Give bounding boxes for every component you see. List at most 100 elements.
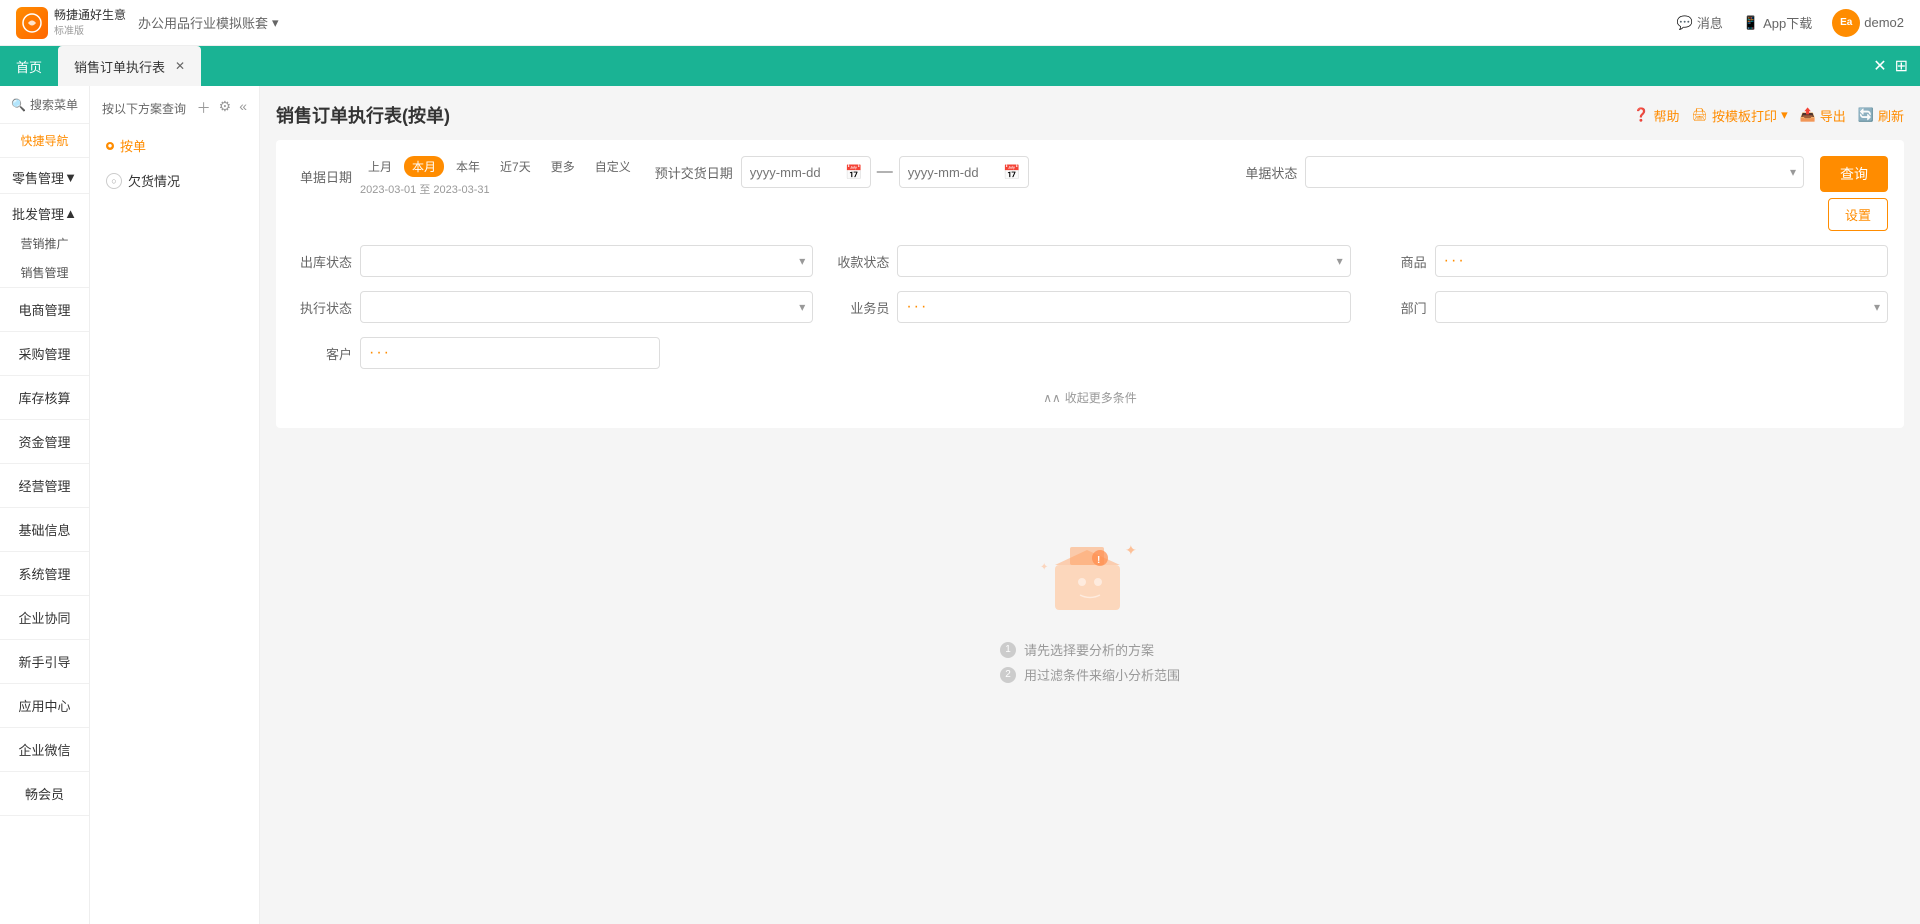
- collapse-filter-btn[interactable]: ∧∧ 收起更多条件: [292, 383, 1888, 412]
- logo-svg: [22, 13, 42, 33]
- scheme-item-by-order[interactable]: ● 按单: [90, 128, 259, 163]
- logo-area: 畅捷通好生意 标准版: [16, 7, 126, 39]
- product-field[interactable]: ···: [1435, 245, 1888, 277]
- date-btn-custom[interactable]: 自定义: [587, 156, 639, 177]
- query-button[interactable]: 查询: [1820, 156, 1888, 192]
- exec-status-select[interactable]: [360, 291, 813, 323]
- refresh-btn[interactable]: 🔄 刷新: [1858, 106, 1904, 125]
- sidebar-item-ecommerce[interactable]: 电商管理: [0, 288, 89, 332]
- collapse-panel-icon[interactable]: «: [239, 98, 247, 118]
- order-status-select[interactable]: [1305, 156, 1804, 188]
- sidebar-item-system[interactable]: 系统管理: [0, 552, 89, 596]
- salesperson-dots-icon[interactable]: ···: [906, 298, 928, 316]
- expected-date-end-wrap: 📅: [899, 156, 1029, 188]
- sidebar-item-guide[interactable]: 新手引导: [0, 640, 89, 684]
- sidebar-item-app-center[interactable]: 应用中心: [0, 684, 89, 728]
- shipment-status-select[interactable]: [360, 245, 813, 277]
- message-btn[interactable]: 💬 消息: [1677, 13, 1723, 32]
- calendar-start-icon: 📅: [845, 164, 862, 181]
- sidebar-item-member[interactable]: 畅会员: [0, 772, 89, 816]
- empty-state: ! ✦ ✦ 1 请先选择要分析的方案: [276, 440, 1904, 764]
- main-layout: 🔍 搜索菜单 快捷导航 零售管理 ▼ 批发管理 ▲ 营销推广 销售管理: [0, 86, 1920, 924]
- expected-date-label: 预计交货日期: [655, 163, 733, 182]
- tab-maximize-icon[interactable]: ⊞: [1895, 56, 1908, 76]
- help-btn[interactable]: ❓ 帮助: [1633, 106, 1679, 125]
- header-left: 畅捷通好生意 标准版 办公用品行业模拟账套 ▾: [16, 7, 279, 39]
- export-icon: 📤: [1800, 107, 1816, 123]
- sidebar-group-wholesale-title[interactable]: 批发管理 ▲: [0, 194, 89, 229]
- salesperson-field[interactable]: ···: [897, 291, 1350, 323]
- product-label: 商品: [1367, 252, 1427, 271]
- top-header: 畅捷通好生意 标准版 办公用品行业模拟账套 ▾ 💬 消息 📱 App下载 Ea …: [0, 0, 1920, 46]
- empty-svg: ! ✦ ✦: [1030, 520, 1150, 620]
- sidebar-item-purchase[interactable]: 采购管理: [0, 332, 89, 376]
- sidebar-group-retail-title[interactable]: 零售管理 ▼: [0, 158, 89, 193]
- customer-field[interactable]: ···: [360, 337, 660, 369]
- header-right: 💬 消息 📱 App下载 Ea demo2: [1677, 9, 1904, 37]
- logo-text-wrap: 畅捷通好生意 标准版: [54, 8, 126, 37]
- empty-tip-1: 1 请先选择要分析的方案: [1000, 640, 1180, 659]
- date-label: 单据日期: [292, 167, 352, 186]
- sidebar-item-finance[interactable]: 资金管理: [0, 420, 89, 464]
- date-btn-more[interactable]: 更多: [543, 156, 583, 177]
- collapse-icon: ∧∧: [1043, 391, 1061, 405]
- date-btn-this-month[interactable]: 本月: [404, 156, 444, 177]
- message-icon: 💬: [1677, 15, 1693, 31]
- date-btn-7days[interactable]: 近7天: [492, 156, 539, 177]
- inner-layout: 按以下方案查询 ＋ ⚙ « ● 按单 ○ 欠货情况 销售订单执行表: [90, 86, 1920, 924]
- print-chevron-icon: ▾: [1781, 107, 1788, 123]
- department-col: 部门 ▾: [1367, 291, 1888, 323]
- add-scheme-icon[interactable]: ＋: [197, 98, 211, 118]
- empty-illustration: ! ✦ ✦: [1030, 520, 1150, 620]
- tab-close-icon[interactable]: ✕: [175, 59, 185, 73]
- sidebar-item-sales[interactable]: 销售管理: [0, 258, 89, 287]
- customer-dots-icon[interactable]: ···: [369, 344, 391, 362]
- doc-title[interactable]: 办公用品行业模拟账套 ▾: [138, 13, 279, 32]
- exec-status-col: 执行状态 ▾: [292, 291, 813, 323]
- department-select[interactable]: [1435, 291, 1888, 323]
- salesperson-col: 业务员 ···: [829, 291, 1350, 323]
- tab-close-window-icon[interactable]: ✕: [1873, 56, 1886, 76]
- sidebar-quick-nav[interactable]: 快捷导航: [0, 124, 89, 158]
- settings-scheme-icon[interactable]: ⚙: [219, 98, 232, 118]
- sidebar-item-operation[interactable]: 经营管理: [0, 464, 89, 508]
- page-title: 销售订单执行表(按单): [276, 102, 450, 128]
- svg-text:!: !: [1097, 555, 1100, 566]
- settings-button[interactable]: 设置: [1828, 198, 1888, 231]
- date-separator: —: [877, 163, 893, 181]
- empty-tips: 1 请先选择要分析的方案 2 用过滤条件来缩小分析范围: [1000, 640, 1180, 684]
- sidebar-group-wholesale: 批发管理 ▲ 营销推广 销售管理: [0, 194, 89, 288]
- tab-bar: 首页 销售订单执行表 ✕ ✕ ⊞: [0, 46, 1920, 86]
- app-download-btn[interactable]: 📱 App下载: [1743, 13, 1812, 32]
- left-panel-header: 按以下方案查询 ＋ ⚙ «: [90, 98, 259, 128]
- download-icon: 📱: [1743, 15, 1759, 31]
- exec-status-label: 执行状态: [292, 298, 352, 317]
- date-btn-this-year[interactable]: 本年: [448, 156, 488, 177]
- department-label: 部门: [1367, 298, 1427, 317]
- sidebar-item-wechat[interactable]: 企业微信: [0, 728, 89, 772]
- order-status-label: 单据状态: [1237, 163, 1297, 182]
- empty-tip-2: 2 用过滤条件来缩小分析范围: [1000, 665, 1180, 684]
- logo-sub: 标准版: [54, 22, 126, 37]
- sidebar-item-marketing[interactable]: 营销推广: [0, 229, 89, 258]
- tab-sales-exec[interactable]: 销售订单执行表 ✕: [58, 46, 201, 86]
- scheme-item-shortage[interactable]: ○ 欠货情况: [90, 163, 259, 198]
- payment-status-select[interactable]: [897, 245, 1350, 277]
- sidebar-item-basic[interactable]: 基础信息: [0, 508, 89, 552]
- tab-home[interactable]: 首页: [0, 46, 58, 86]
- tip1-number: 1: [1000, 642, 1016, 658]
- date-range-text: 2023-03-01 至 2023-03-31: [360, 181, 639, 197]
- print-btn[interactable]: 🖨 按模板打印 ▾: [1692, 106, 1788, 125]
- user-menu[interactable]: Ea demo2: [1832, 9, 1904, 37]
- sidebar-search[interactable]: 🔍 搜索菜单: [0, 86, 89, 124]
- product-dots-icon[interactable]: ···: [1444, 252, 1466, 270]
- sidebar-item-enterprise[interactable]: 企业协同: [0, 596, 89, 640]
- query-actions: 查询 设置: [1820, 156, 1888, 231]
- date-btn-last-month[interactable]: 上月: [360, 156, 400, 177]
- sidebar-item-inventory[interactable]: 库存核算: [0, 376, 89, 420]
- inactive-circle: ○: [106, 173, 122, 189]
- content-area: 销售订单执行表(按单) ❓ 帮助 🖨 按模板打印 ▾ 📤: [260, 86, 1920, 924]
- help-icon: ❓: [1633, 107, 1649, 123]
- tab-bar-right: ✕ ⊞: [1873, 56, 1920, 76]
- export-btn[interactable]: 📤 导出: [1800, 106, 1846, 125]
